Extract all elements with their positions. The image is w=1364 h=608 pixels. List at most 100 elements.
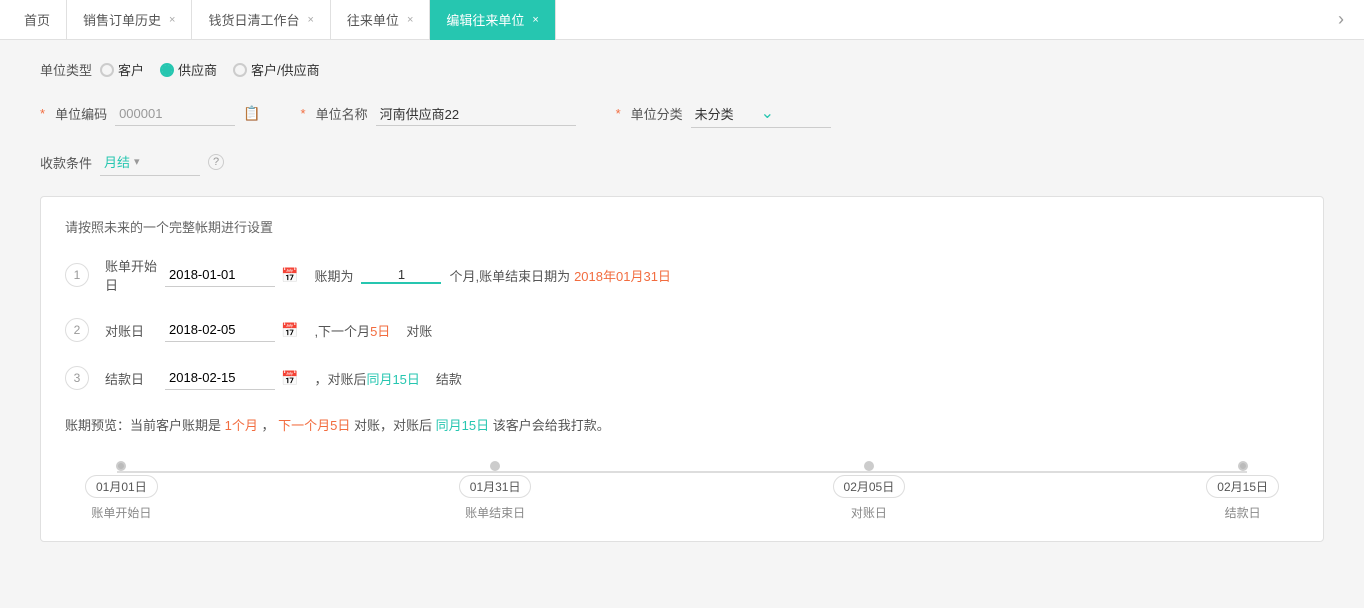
radio-circle-supplier [160,63,174,77]
period-desc-prefix-1: 账期为 [314,266,353,285]
unit-category-dropdown[interactable]: 未分类 ⌄ [691,99,831,128]
preview-part1: 1个月 [225,418,258,433]
payment-dropdown-arrow: ▾ [134,155,140,168]
calendar-icon-1[interactable]: 📅 [281,267,298,284]
unit-type-label: 单位类型 [40,60,92,79]
tab-edit-partner-label: 编辑往来单位 [446,10,524,29]
timeline-point-4: 02月15日 结款日 [1206,461,1279,521]
close-icon-edit-partner[interactable]: × [532,14,538,26]
timeline-dot-4 [1238,461,1248,471]
payment-value: 月结 [104,152,130,171]
timeline-dot-1 [116,461,126,471]
unit-category-field: * 单位分类 未分类 ⌄ [616,99,831,128]
timeline-points: 01月01日 账单开始日 01月31日 账单结束日 02月05日 对账日 02月… [85,461,1279,521]
calendar-icon-3[interactable]: 📅 [281,370,298,387]
radio-customer-label: 客户 [118,60,144,79]
tab-bar: 首页 销售订单历史 × 钱货日清工作台 × 往来单位 × 编辑往来单位 × › [0,0,1364,40]
period-row-2: 2 对账日 📅 ,下一个月5日 对账 [65,318,1299,342]
payment-label: 收款条件 [40,153,92,172]
unit-category-label: 单位分类 [631,104,683,123]
tab-home[interactable]: 首页 [8,0,67,40]
tab-home-label: 首页 [24,10,50,29]
preview-part2: 下一个月5日 [278,418,350,433]
period-desc-2-prefix: ,下一个月 [314,321,370,340]
payment-dropdown[interactable]: 月结 ▾ [100,148,200,176]
close-icon-cash[interactable]: × [307,14,313,26]
unit-code-label: 单位编码 [55,104,107,123]
calendar-icon-2[interactable]: 📅 [281,322,298,339]
period-row-1: 1 账单开始日 📅 账期为 个月,账单结束日期为 2018年01月31日 [65,256,1299,294]
unit-code-field: * 单位编码 📋 [40,102,261,126]
tab-cash-work-label: 钱货日清工作台 [208,10,299,29]
unit-type-row: 单位类型 客户 供应商 客户/供应商 [40,60,1324,79]
tab-cash-work[interactable]: 钱货日清工作台 × [192,0,330,40]
radio-both[interactable]: 客户/供应商 [233,60,320,79]
preview-part3: 同月15日 [436,418,489,433]
period-desc-suffix-1: 个月,账单结束日期为 [449,266,570,285]
preview-text: 账期预览：当前客户账期是 1个月 ， 下一个月5日 对账，对账后 同月15日 该… [65,414,1299,437]
timeline-label-box-2: 01月31日 [459,475,532,498]
copy-icon[interactable]: 📋 [243,105,260,122]
radio-supplier[interactable]: 供应商 [160,60,217,79]
timeline-point-2: 01月31日 账单结束日 [459,461,532,521]
period-num-input-1[interactable] [361,267,441,284]
timeline-label-box-3: 02月05日 [833,475,906,498]
radio-group: 客户 供应商 客户/供应商 [100,60,320,79]
period-label-1: 账单开始日 [105,256,165,294]
period-num-1: 1 [65,263,89,287]
period-title: 请按照未来的一个完整帐期进行设置 [65,217,1299,236]
tab-partner[interactable]: 往来单位 × [331,0,430,40]
period-label-2: 对账日 [105,321,165,340]
chevron-down-icon: ⌄ [761,103,827,123]
period-num-2: 2 [65,318,89,342]
unit-category-value: 未分类 [695,104,761,123]
tab-edit-partner[interactable]: 编辑往来单位 × [430,0,555,40]
name-required-star: * [301,106,306,121]
timeline-label-box-4: 02月15日 [1206,475,1279,498]
radio-both-label: 客户/供应商 [251,60,320,79]
close-icon-sales[interactable]: × [169,14,175,26]
radio-supplier-label: 供应商 [178,60,217,79]
period-desc-3-prefix: ，对账后 [314,369,366,388]
period-date-input-1[interactable] [165,263,275,287]
tab-sales-history-label: 销售订单历史 [83,10,161,29]
main-content: 单位类型 客户 供应商 客户/供应商 * 单位编码 [0,40,1364,608]
preview-middle2: 对账，对账后 [354,418,432,433]
period-desc-3-suffix: 结款 [436,369,462,388]
unit-code-input[interactable] [115,102,235,126]
code-name-category-row: * 单位编码 📋 * 单位名称 * 单位分类 未分类 ⌄ [40,99,1324,128]
period-date-input-2[interactable] [165,318,275,342]
timeline-point-1: 01月01日 账单开始日 [85,461,158,521]
period-label-3: 结款日 [105,369,165,388]
radio-circle-both [233,63,247,77]
timeline-label-name-4: 结款日 [1225,504,1261,521]
timeline-point-3: 02月05日 对账日 [833,461,906,521]
preview-prefix: 账期预览：当前客户账期是 [65,418,221,433]
timeline-container: 01月01日 账单开始日 01月31日 账单结束日 02月05日 对账日 02月… [65,461,1299,521]
timeline-dot-2 [490,461,500,471]
period-row-3: 3 结款日 📅 ，对账后 同月15日 结款 [65,366,1299,390]
preview-suffix: 该客户会给我打款。 [493,418,610,433]
period-date-input-3[interactable] [165,366,275,390]
radio-customer[interactable]: 客户 [100,60,144,79]
unit-name-input[interactable] [376,102,576,126]
timeline-label-box-1: 01月01日 [85,475,158,498]
period-box: 请按照未来的一个完整帐期进行设置 1 账单开始日 📅 账期为 个月,账单结束日期… [40,196,1324,542]
timeline-dot-3 [864,461,874,471]
payment-row: 收款条件 月结 ▾ ? [40,148,1324,176]
unit-type-field: 单位类型 客户 供应商 客户/供应商 [40,60,320,79]
close-icon-partner[interactable]: × [407,14,413,26]
tab-sales-history[interactable]: 销售订单历史 × [67,0,192,40]
help-icon[interactable]: ? [208,154,224,170]
period-end-date-1: 2018年01月31日 [574,266,671,285]
tab-partner-label: 往来单位 [347,10,399,29]
period-num-3: 3 [65,366,89,390]
category-required-star: * [616,106,621,121]
preview-middle1: ， [262,418,275,433]
timeline-label-name-1: 账单开始日 [91,504,151,521]
unit-name-field: * 单位名称 [301,102,576,126]
tab-more-button[interactable]: › [1326,9,1356,30]
period-desc-2-orange: 5日 [370,321,390,340]
period-desc-2-suffix: 对账 [406,321,432,340]
timeline-label-name-3: 对账日 [851,504,887,521]
